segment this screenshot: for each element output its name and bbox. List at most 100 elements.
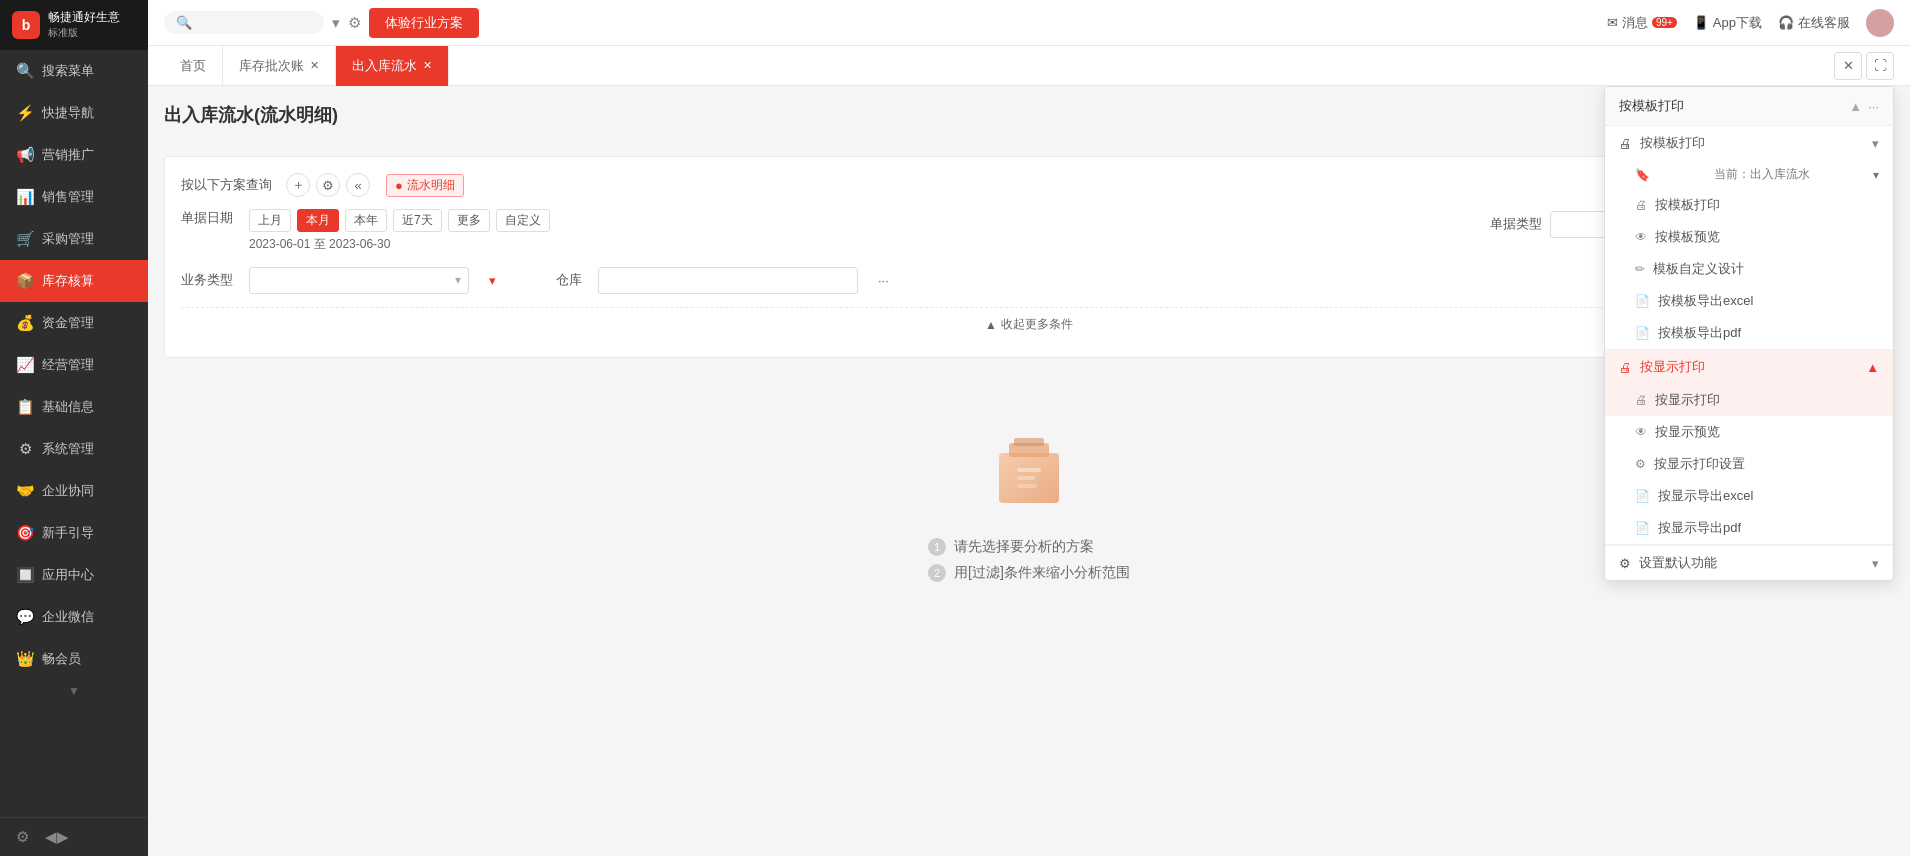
tab-inout-flow[interactable]: 出入库流水 ✕ (336, 46, 449, 86)
settings-condition-btn[interactable]: ⚙ (316, 173, 340, 197)
dropdown-item-template-print[interactable]: 🖨 按模板打印 (1605, 189, 1893, 221)
sidebar-item-operations[interactable]: 📈 经营管理 (0, 344, 148, 386)
svg-rect-4 (1017, 476, 1035, 480)
sidebar-item-finance[interactable]: 💰 资金管理 (0, 302, 148, 344)
header-right: ✉ 消息 99+ 📱 App下载 🎧 在线客服 (1607, 9, 1894, 37)
default-func-icon: ⚙ (1619, 556, 1631, 571)
date-more-btn[interactable]: 更多 (448, 209, 490, 232)
date-this-year-btn[interactable]: 本年 (345, 209, 387, 232)
sidebar-item-wechat[interactable]: 💬 企业微信 (0, 596, 148, 638)
dropdown-display-section-header[interactable]: 🖨 按显示打印 ▲ (1605, 350, 1893, 384)
display-preview-icon: 👁 (1635, 425, 1647, 439)
header-gear-icon[interactable]: ⚙ (348, 14, 361, 32)
biz-type-wrapper (249, 267, 469, 294)
sales-icon: 📊 (16, 188, 34, 206)
search-actions: 按以下方案查询 ＋ ⚙ « (181, 173, 370, 197)
settings-icon[interactable]: ⚙ (16, 828, 29, 846)
trial-btn[interactable]: 体验行业方案 (369, 8, 479, 38)
collapse-condition-btn[interactable]: « (346, 173, 370, 197)
dropdown-item-display-print-settings[interactable]: ⚙ 按显示打印设置 (1605, 448, 1893, 480)
sidebar-item-purchase[interactable]: 🛒 采购管理 (0, 218, 148, 260)
biz-type-more-btn[interactable]: ▾ (485, 269, 500, 292)
tab-maximize-btn[interactable]: ⛶ (1866, 52, 1894, 80)
dropdown-scroll-up-icon[interactable]: ▲ (1849, 99, 1862, 114)
sidebar-nav: 🔍 搜索菜单 ⚡ 快捷导航 📢 营销推广 📊 销售管理 🛒 采购管理 📦 库存核… (0, 50, 148, 817)
step1-text: 请先选择要分析的方案 (954, 538, 1094, 556)
chevron-down-icon: ▾ (1872, 136, 1879, 151)
display-print-icon: 🖨 (1635, 393, 1647, 407)
dropdown-current-label: 🔖 当前：出入库流水 ▾ (1605, 160, 1893, 189)
print-small-icon: 🖨 (1635, 198, 1647, 212)
page-title: 出入库流水(流水明细) (164, 103, 338, 127)
empty-steps-list: 1 请先选择要分析的方案 2 用[过滤]条件来缩小分析范围 (928, 538, 1130, 590)
date-label: 单据日期 (181, 209, 233, 227)
biz-type-label: 业务类型 (181, 271, 233, 289)
guide-icon: 🎯 (16, 524, 34, 542)
dropdown-item-template-custom[interactable]: ✏ 模板自定义设计 (1605, 253, 1893, 285)
finance-icon: 💰 (16, 314, 34, 332)
sidebar-item-quick-nav[interactable]: ⚡ 快捷导航 (0, 92, 148, 134)
sidebar-item-member[interactable]: 👑 畅会员 (0, 638, 148, 680)
date-custom-btn[interactable]: 自定义 (496, 209, 550, 232)
sidebar-item-search[interactable]: 🔍 搜索菜单 (0, 50, 148, 92)
header-search-input[interactable] (198, 16, 298, 30)
dropdown-template-section-header[interactable]: 🖨 按模板打印 ▾ (1605, 126, 1893, 160)
tab-batch-ledger-close[interactable]: ✕ (310, 59, 319, 72)
dropdown-item-display-print[interactable]: 🖨 按显示打印 (1605, 384, 1893, 416)
date-this-month-btn[interactable]: 本月 (297, 209, 339, 232)
tab-home[interactable]: 首页 (164, 46, 223, 86)
message-badge: 99+ (1652, 17, 1677, 28)
dropdown-title: 按模板打印 (1619, 97, 1684, 115)
current-chevron-icon: ▾ (1873, 168, 1879, 182)
display-settings-icon: ⚙ (1635, 457, 1646, 471)
dropdown-close-icon[interactable]: ··· (1868, 99, 1879, 114)
svg-rect-5 (1017, 484, 1037, 488)
printer2-icon: 🖨 (1619, 360, 1632, 375)
online-service-btn[interactable]: 🎧 在线客服 (1778, 14, 1850, 32)
tab-inout-flow-close[interactable]: ✕ (423, 59, 432, 72)
dropdown-item-template-export-pdf[interactable]: 📄 按模板导出pdf (1605, 317, 1893, 349)
collapse-icon[interactable]: ◀▶ (45, 828, 69, 846)
display-pdf-icon: 📄 (1635, 521, 1650, 535)
sidebar-item-marketing[interactable]: 📢 营销推广 (0, 134, 148, 176)
dropdown-default-func[interactable]: ⚙ 设置默认功能 ▾ (1605, 545, 1893, 580)
tab-batch-ledger[interactable]: 库存批次账 ✕ (223, 46, 336, 86)
dropdown-item-template-preview[interactable]: 👁 按模板预览 (1605, 221, 1893, 253)
header-left: 🔍 ▾ ⚙ 体验行业方案 (164, 8, 479, 38)
headset-icon: 🎧 (1778, 15, 1794, 30)
sidebar-item-cooperation[interactable]: 🤝 企业协同 (0, 470, 148, 512)
header-search-bar[interactable]: 🔍 (164, 11, 324, 34)
message-btn[interactable]: ✉ 消息 99+ (1607, 14, 1677, 32)
date-7days-btn[interactable]: 近7天 (393, 209, 442, 232)
biz-type-select[interactable] (249, 267, 469, 294)
pdf-icon: 📄 (1635, 326, 1650, 340)
app-version: 标准版 (48, 26, 120, 40)
warehouse-more-btn[interactable]: ··· (874, 269, 893, 292)
app-download-btn[interactable]: 📱 App下载 (1693, 14, 1762, 32)
display-excel-icon: 📄 (1635, 489, 1650, 503)
main-content: 🔍 ▾ ⚙ 体验行业方案 ✉ 消息 99+ 📱 App下载 🎧 在线客服 (148, 0, 1910, 856)
dropdown-item-display-preview[interactable]: 👁 按显示预览 (1605, 416, 1893, 448)
tab-close-all-btn[interactable]: ✕ (1834, 52, 1862, 80)
sidebar-item-inventory[interactable]: 📦 库存核算 (0, 260, 148, 302)
page-content: 出入库流水(流水明细) 🖨 按模板打印 ▲ ⬆ 导出 ↻ 刷新 (148, 86, 1910, 856)
dropdown-item-display-export-pdf[interactable]: 📄 按显示导出pdf (1605, 512, 1893, 544)
date-last-month-btn[interactable]: 上月 (249, 209, 291, 232)
sidebar-item-basic[interactable]: 📋 基础信息 (0, 386, 148, 428)
sidebar-item-system[interactable]: ⚙ 系统管理 (0, 428, 148, 470)
tab-bar: 首页 库存批次账 ✕ 出入库流水 ✕ ✕ ⛶ (148, 46, 1910, 86)
add-condition-btn[interactable]: ＋ (286, 173, 310, 197)
sidebar-item-app-center[interactable]: 🔲 应用中心 (0, 554, 148, 596)
step1-num: 1 (928, 538, 946, 556)
warehouse-input[interactable] (598, 267, 858, 294)
dropdown-header-icons: ▲ ··· (1849, 99, 1879, 114)
cooperation-icon: 🤝 (16, 482, 34, 500)
filter-tag[interactable]: ● 流水明细 (386, 174, 464, 197)
printer-icon: 🖨 (1619, 136, 1632, 151)
sidebar-item-guide[interactable]: 🎯 新手引导 (0, 512, 148, 554)
dropdown-item-display-export-excel[interactable]: 📄 按显示导出excel (1605, 480, 1893, 512)
sidebar-item-sales[interactable]: 📊 销售管理 (0, 176, 148, 218)
dropdown-item-template-export-excel[interactable]: 📄 按模板导出excel (1605, 285, 1893, 317)
header-dropdown-icon[interactable]: ▾ (332, 14, 340, 32)
user-avatar[interactable] (1866, 9, 1894, 37)
